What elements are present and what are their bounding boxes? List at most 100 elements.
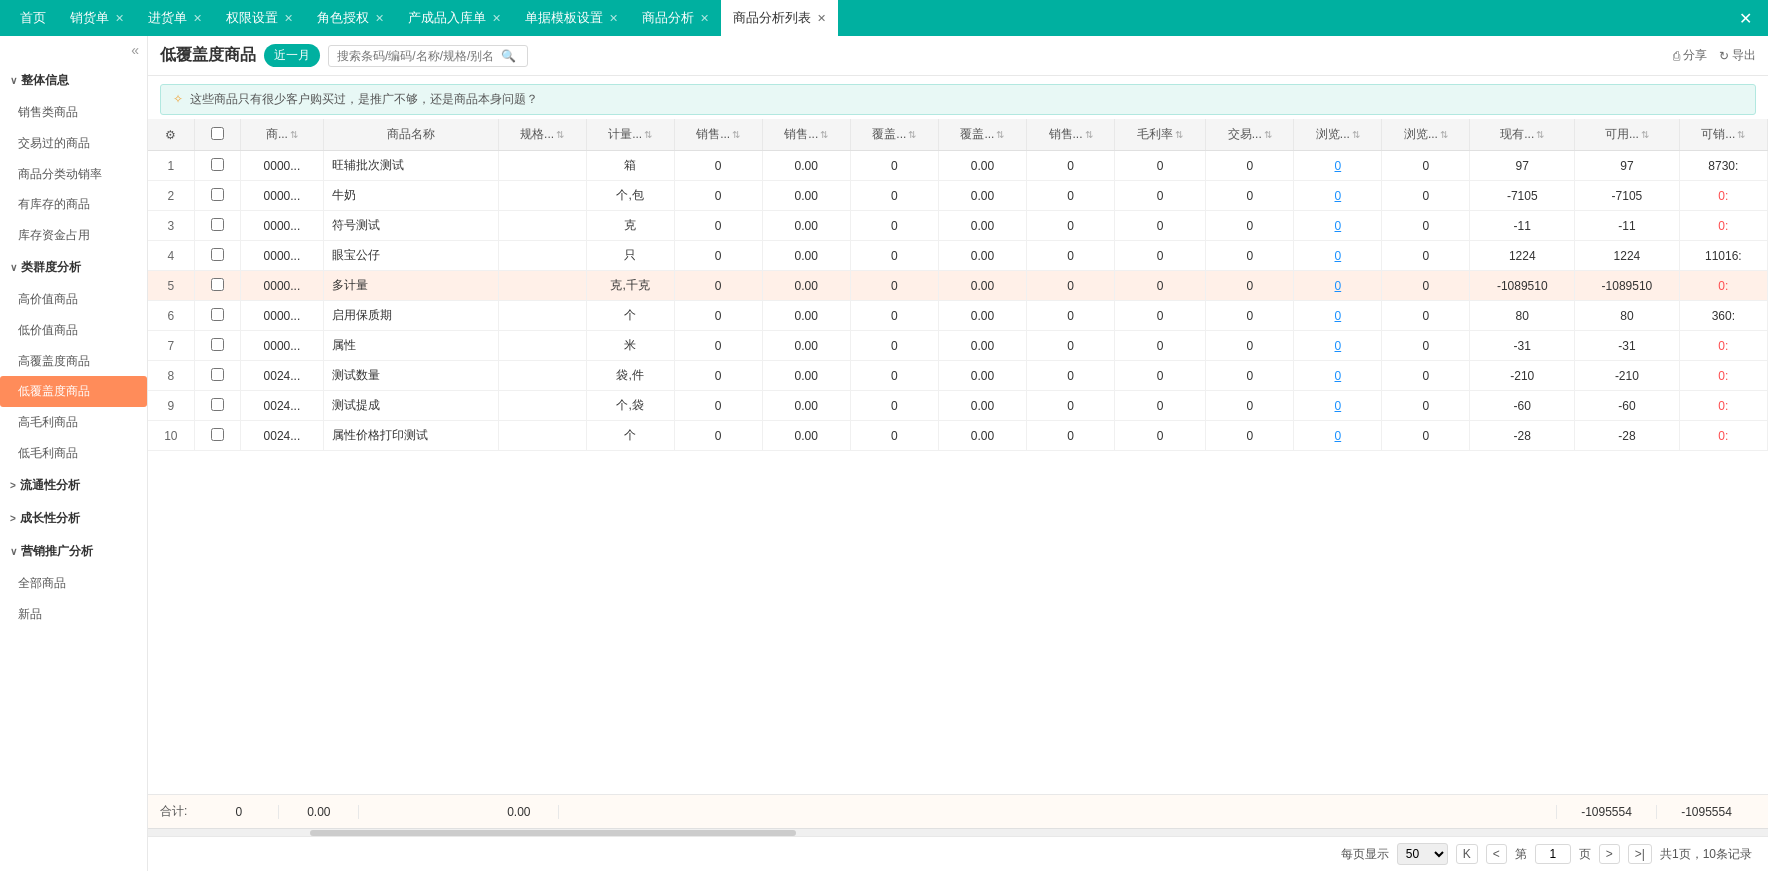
- sidebar-item-inventory-capital[interactable]: 库存资金占用: [0, 220, 147, 251]
- th-trans[interactable]: 交易...⇅: [1206, 119, 1294, 151]
- th-browse1[interactable]: 浏览...⇅: [1294, 119, 1382, 151]
- row-browse1[interactable]: 0: [1294, 151, 1382, 181]
- period-button[interactable]: 近一月: [264, 44, 320, 67]
- sidebar-item-all-products[interactable]: 全部商品: [0, 568, 147, 599]
- search-input[interactable]: [337, 49, 497, 63]
- row-browse1[interactable]: 0: [1294, 241, 1382, 271]
- share-button[interactable]: ⎙ 分享: [1673, 47, 1707, 64]
- th-stock1[interactable]: 现有...⇅: [1470, 119, 1575, 151]
- sidebar-section-cluster[interactable]: ∨ 类群度分析: [0, 251, 147, 284]
- window-close-button[interactable]: ✕: [1731, 9, 1760, 28]
- sidebar-item-high-coverage[interactable]: 高覆盖度商品: [0, 346, 147, 377]
- nav-sales-close[interactable]: ✕: [115, 12, 124, 25]
- row-browse1[interactable]: 0: [1294, 331, 1382, 361]
- row-browse1[interactable]: 0: [1294, 181, 1382, 211]
- prev-page-button[interactable]: <: [1486, 844, 1507, 864]
- row-browse1[interactable]: 0: [1294, 361, 1382, 391]
- nav-home[interactable]: 首页: [8, 0, 58, 36]
- row-select-checkbox[interactable]: [211, 428, 224, 441]
- search-icon[interactable]: 🔍: [501, 49, 516, 63]
- th-settings[interactable]: ⚙: [148, 119, 194, 151]
- row-checkbox[interactable]: [194, 331, 240, 361]
- th-unit[interactable]: 计量...⇅: [586, 119, 674, 151]
- next-page-button[interactable]: >: [1599, 844, 1620, 864]
- row-select-checkbox[interactable]: [211, 278, 224, 291]
- nav-roles[interactable]: 角色授权 ✕: [305, 0, 396, 36]
- row-browse1[interactable]: 0: [1294, 421, 1382, 451]
- th-name[interactable]: 商品名称: [323, 119, 498, 151]
- row-browse1[interactable]: 0: [1294, 391, 1382, 421]
- th-stock2[interactable]: 可用...⇅: [1575, 119, 1680, 151]
- th-sales2[interactable]: 销售...⇅: [762, 119, 850, 151]
- th-sellable[interactable]: 可销...⇅: [1679, 119, 1767, 151]
- nav-templates[interactable]: 单据模板设置 ✕: [513, 0, 630, 36]
- sidebar-item-category-rate[interactable]: 商品分类动销率: [0, 159, 147, 190]
- sidebar-item-new-products[interactable]: 新品: [0, 599, 147, 630]
- row-select-checkbox[interactable]: [211, 308, 224, 321]
- row-select-checkbox[interactable]: [211, 248, 224, 261]
- nav-purchase[interactable]: 进货单 ✕: [136, 0, 214, 36]
- horizontal-scrollbar[interactable]: [148, 828, 1768, 836]
- row-browse1[interactable]: 0: [1294, 271, 1382, 301]
- sidebar-section-marketing[interactable]: ∨ 营销推广分析: [0, 535, 147, 568]
- sidebar-item-high-margin[interactable]: 高毛利商品: [0, 407, 147, 438]
- nav-sales[interactable]: 销货单 ✕: [58, 0, 136, 36]
- nav-product-analysis-list-close[interactable]: ✕: [817, 12, 826, 25]
- th-browse2[interactable]: 浏览...⇅: [1382, 119, 1470, 151]
- th-cover2[interactable]: 覆盖...⇅: [938, 119, 1026, 151]
- row-select-checkbox[interactable]: [211, 188, 224, 201]
- nav-production[interactable]: 产成品入库单 ✕: [396, 0, 513, 36]
- nav-purchase-close[interactable]: ✕: [193, 12, 202, 25]
- row-select-checkbox[interactable]: [211, 158, 224, 171]
- th-checkbox[interactable]: [194, 119, 240, 151]
- th-sales1[interactable]: 销售...⇅: [674, 119, 762, 151]
- sidebar-item-low-margin[interactable]: 低毛利商品: [0, 438, 147, 469]
- nav-roles-close[interactable]: ✕: [375, 12, 384, 25]
- th-sales3[interactable]: 销售...⇅: [1026, 119, 1114, 151]
- per-page-select[interactable]: 50 100 200: [1397, 843, 1448, 865]
- row-checkbox[interactable]: [194, 181, 240, 211]
- select-all-checkbox[interactable]: [211, 127, 224, 140]
- sidebar-item-stocked-products[interactable]: 有库存的商品: [0, 189, 147, 220]
- row-select-checkbox[interactable]: [211, 368, 224, 381]
- sidebar-item-low-value[interactable]: 低价值商品: [0, 315, 147, 346]
- sidebar-item-sales-products[interactable]: 销售类商品: [0, 97, 147, 128]
- sidebar-collapse[interactable]: «: [0, 36, 147, 64]
- sidebar-item-traded-products[interactable]: 交易过的商品: [0, 128, 147, 159]
- sidebar-item-high-value[interactable]: 高价值商品: [0, 284, 147, 315]
- row-checkbox[interactable]: [194, 301, 240, 331]
- nav-product-analysis[interactable]: 商品分析 ✕: [630, 0, 721, 36]
- row-checkbox[interactable]: [194, 211, 240, 241]
- first-page-button[interactable]: K: [1456, 844, 1478, 864]
- nav-product-analysis-close[interactable]: ✕: [700, 12, 709, 25]
- row-checkbox[interactable]: [194, 361, 240, 391]
- row-checkbox[interactable]: [194, 271, 240, 301]
- row-browse1[interactable]: 0: [1294, 301, 1382, 331]
- scrollbar-thumb[interactable]: [310, 830, 796, 836]
- sidebar-item-low-coverage[interactable]: 低覆盖度商品: [0, 376, 147, 407]
- th-code[interactable]: 商...⇅: [240, 119, 323, 151]
- nav-permissions-close[interactable]: ✕: [284, 12, 293, 25]
- page-input[interactable]: [1535, 844, 1571, 864]
- export-button[interactable]: ↻ 导出: [1719, 47, 1756, 64]
- collapse-icon[interactable]: «: [131, 42, 139, 58]
- sidebar-section-liquidity[interactable]: > 流通性分析: [0, 469, 147, 502]
- nav-permissions[interactable]: 权限设置 ✕: [214, 0, 305, 36]
- nav-production-close[interactable]: ✕: [492, 12, 501, 25]
- sidebar-section-growth[interactable]: > 成长性分析: [0, 502, 147, 535]
- row-checkbox[interactable]: [194, 241, 240, 271]
- row-checkbox[interactable]: [194, 151, 240, 181]
- nav-templates-close[interactable]: ✕: [609, 12, 618, 25]
- nav-product-analysis-list[interactable]: 商品分析列表 ✕: [721, 0, 838, 36]
- th-margin[interactable]: 毛利率⇅: [1115, 119, 1206, 151]
- th-spec[interactable]: 规格...⇅: [498, 119, 586, 151]
- row-select-checkbox[interactable]: [211, 218, 224, 231]
- row-select-checkbox[interactable]: [211, 338, 224, 351]
- sidebar-section-overall[interactable]: ∨ 整体信息: [0, 64, 147, 97]
- row-checkbox[interactable]: [194, 391, 240, 421]
- row-select-checkbox[interactable]: [211, 398, 224, 411]
- last-page-button[interactable]: >|: [1628, 844, 1652, 864]
- th-cover1[interactable]: 覆盖...⇅: [850, 119, 938, 151]
- row-checkbox[interactable]: [194, 421, 240, 451]
- row-browse1[interactable]: 0: [1294, 211, 1382, 241]
